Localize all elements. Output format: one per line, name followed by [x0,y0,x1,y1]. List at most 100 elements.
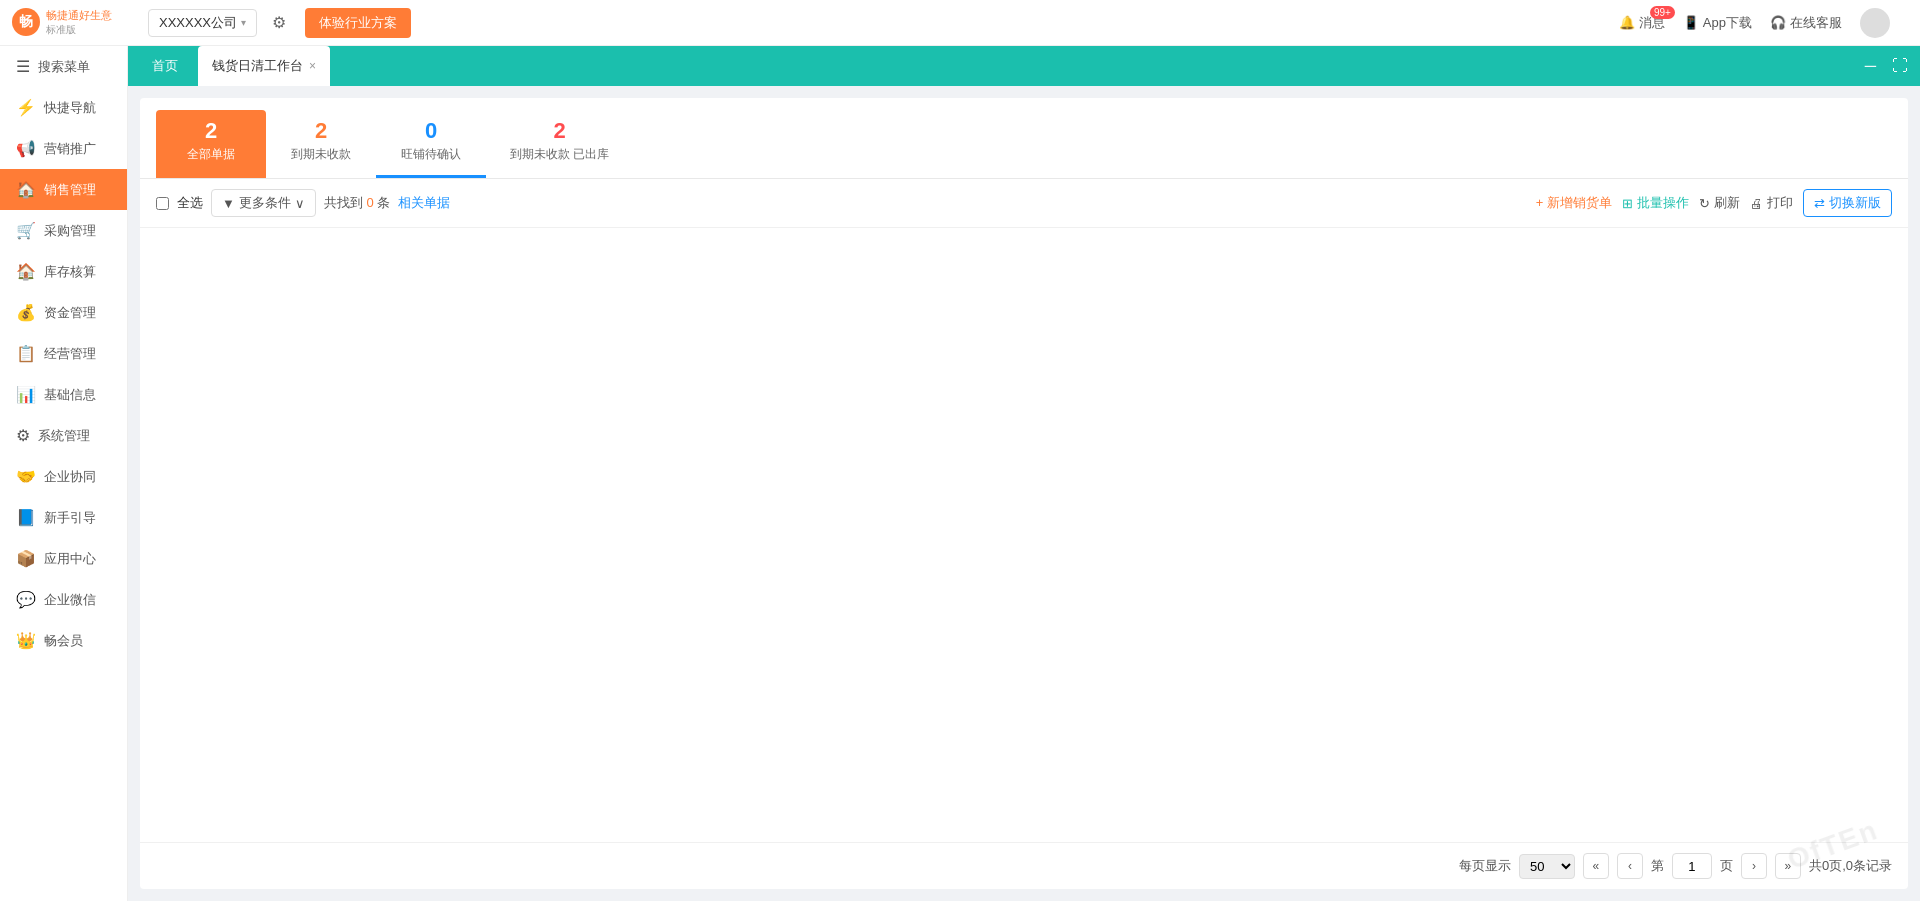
marketing-icon: 📢 [16,139,36,158]
tab-expand-btn[interactable]: ⛶ [1888,53,1912,79]
chevron-down-icon: ▾ [241,17,246,28]
sidebar-item-label: 资金管理 [44,304,96,322]
app-download-btn[interactable]: 📱 App下载 [1683,14,1752,32]
sidebar-item-label: 企业微信 [44,591,96,609]
page-prev-btn[interactable]: ‹ [1617,853,1643,879]
found-text: 共找到 0 条 [324,194,390,212]
page-first-btn[interactable]: « [1583,853,1609,879]
tab-close-btn[interactable]: × [309,59,316,73]
bell-icon: 🔔 [1619,15,1635,30]
sidebar-item-base-info[interactable]: 📊 基础信息 [0,374,127,415]
purchase-mgmt-icon: 🛒 [16,221,36,240]
stat-tab-overdue[interactable]: 2 到期未收款 [266,110,376,178]
settings-icon[interactable]: ⚙ [265,9,293,37]
stats-tabs: 2 全部单据 2 到期未收款 0 旺铺待确认 2 到期未收款 已出库 [140,98,1908,179]
header-right: 🔔 消息 99+ 📱 App下载 🎧 在线客服 [1619,8,1908,38]
select-all-label: 全选 [177,194,203,212]
select-all-checkbox[interactable] [156,197,169,210]
stat-tab-wangpu[interactable]: 0 旺铺待确认 [376,110,486,178]
sidebar-item-search-menu[interactable]: ☰ 搜索菜单 [0,46,127,87]
toolbar: 全选 ▼ 更多条件 ∨ 共找到 0 条 相关单据 + 新增销货单 ⊞ 批量操作 [140,179,1908,228]
tab-bar: 首页 钱货日清工作台 × ─ ⛶ [128,46,1920,86]
logo-sub: 标准版 [46,23,112,37]
page-label-suffix: 页 [1720,857,1733,875]
stat-tab-all[interactable]: 2 全部单据 [156,110,266,178]
sidebar-item-label: 应用中心 [44,550,96,568]
batch-ops-btn[interactable]: ⊞ 批量操作 [1622,194,1689,212]
stat-label-all: 全部单据 [187,146,235,163]
sidebar-item-enterprise-wechat[interactable]: 💬 企业微信 [0,579,127,620]
sidebar-item-label: 快捷导航 [44,99,96,117]
sidebar-item-label: 经营管理 [44,345,96,363]
sidebar-item-app-center[interactable]: 📦 应用中心 [0,538,127,579]
page-label-prefix: 第 [1651,857,1664,875]
app-download-label: App下载 [1703,14,1752,32]
sidebar-item-newcomer-guide[interactable]: 📘 新手引导 [0,497,127,538]
message-badge: 99+ [1650,6,1675,19]
page-next-btn[interactable]: › [1741,853,1767,879]
online-service-label: 在线客服 [1790,14,1842,32]
filter-label: 更多条件 [239,194,291,212]
chevron-down-icon: ∨ [295,196,305,211]
company-selector[interactable]: XXXXXX公司 ▾ [148,9,257,37]
sidebar-item-label: 销售管理 [44,181,96,199]
switch-new-btn[interactable]: ⇄ 切换新版 [1803,189,1892,217]
related-records-link[interactable]: 相关单据 [398,194,450,212]
print-label: 打印 [1767,194,1793,212]
refresh-btn[interactable]: ↻ 刷新 [1699,194,1740,212]
page-size-select[interactable]: 50 100 200 [1519,854,1575,879]
pagination-bar: 每页显示 50 100 200 « ‹ 第 页 › » 共0页,0条记录 [140,842,1908,889]
sidebar-item-marketing[interactable]: 📢 营销推广 [0,128,127,169]
refresh-label: 刷新 [1714,194,1740,212]
page-input[interactable] [1672,853,1712,879]
system-mgmt-icon: ⚙ [16,426,30,445]
avatar[interactable] [1860,8,1890,38]
logo: 畅 畅捷通好生意 标准版 [12,8,140,36]
refresh-icon: ↻ [1699,196,1710,211]
page-last-btn[interactable]: » [1775,853,1801,879]
sidebar-item-inventory[interactable]: 🏠 库存核算 [0,251,127,292]
switch-icon: ⇄ [1814,196,1825,211]
batch-ops-label: 批量操作 [1637,194,1689,212]
sidebar-item-label: 企业协同 [44,468,96,486]
operations-icon: 📋 [16,344,36,363]
total-records-label: 共0页,0条记录 [1809,857,1892,875]
sidebar-item-purchase-mgmt[interactable]: 🛒 采购管理 [0,210,127,251]
switch-new-label: 切换新版 [1829,194,1881,212]
add-sales-order-btn[interactable]: + 新增销货单 [1536,194,1612,212]
base-info-icon: 📊 [16,385,36,404]
vip-member-icon: 👑 [16,631,36,650]
sidebar-item-operations[interactable]: 📋 经营管理 [0,333,127,374]
sidebar-item-quick-nav[interactable]: ⚡ 快捷导航 [0,87,127,128]
tab-minimize-btn[interactable]: ─ [1861,53,1880,79]
per-page-label: 每页显示 [1459,857,1511,875]
message-btn[interactable]: 🔔 消息 99+ [1619,14,1665,32]
tab-qianhuoriqing[interactable]: 钱货日清工作台 × [198,46,330,86]
tab-home[interactable]: 首页 [136,46,194,86]
sidebar-item-label: 营销推广 [44,140,96,158]
stat-tab-overdue-shipped[interactable]: 2 到期未收款 已出库 [486,110,633,178]
sidebar-item-sales-mgmt[interactable]: 🏠 销售管理 [0,169,127,210]
inventory-icon: 🏠 [16,262,36,281]
sidebar-item-system-mgmt[interactable]: ⚙ 系统管理 [0,415,127,456]
quick-nav-icon: ⚡ [16,98,36,117]
enterprise-wechat-icon: 💬 [16,590,36,609]
sidebar-item-finance[interactable]: 💰 资金管理 [0,292,127,333]
stat-number-overdue-shipped: 2 [554,118,566,144]
phone-icon: 📱 [1683,15,1699,30]
stat-label-wangpu: 旺铺待确认 [401,146,461,163]
sidebar-item-vip-member[interactable]: 👑 畅会员 [0,620,127,661]
sidebar-item-enterprise-coop[interactable]: 🤝 企业协同 [0,456,127,497]
sidebar-item-label: 新手引导 [44,509,96,527]
online-service-btn[interactable]: 🎧 在线客服 [1770,14,1842,32]
logo-title: 畅捷通好生意 [46,8,112,22]
trial-btn[interactable]: 体验行业方案 [305,8,411,38]
newcomer-guide-icon: 📘 [16,508,36,527]
print-btn[interactable]: 🖨 打印 [1750,194,1793,212]
content-card: 2 全部单据 2 到期未收款 0 旺铺待确认 2 到期未收款 已出库 全选 [140,98,1908,889]
top-header: 畅 畅捷通好生意 标准版 XXXXXX公司 ▾ ⚙ 体验行业方案 🔔 消息 99… [0,0,1920,46]
more-filter-btn[interactable]: ▼ 更多条件 ∨ [211,189,316,217]
filter-icon: ▼ [222,196,235,211]
toolbar-right: + 新增销货单 ⊞ 批量操作 ↻ 刷新 🖨 打印 ⇄ 切换新版 [1536,189,1892,217]
tab-label: 钱货日清工作台 [212,57,303,75]
